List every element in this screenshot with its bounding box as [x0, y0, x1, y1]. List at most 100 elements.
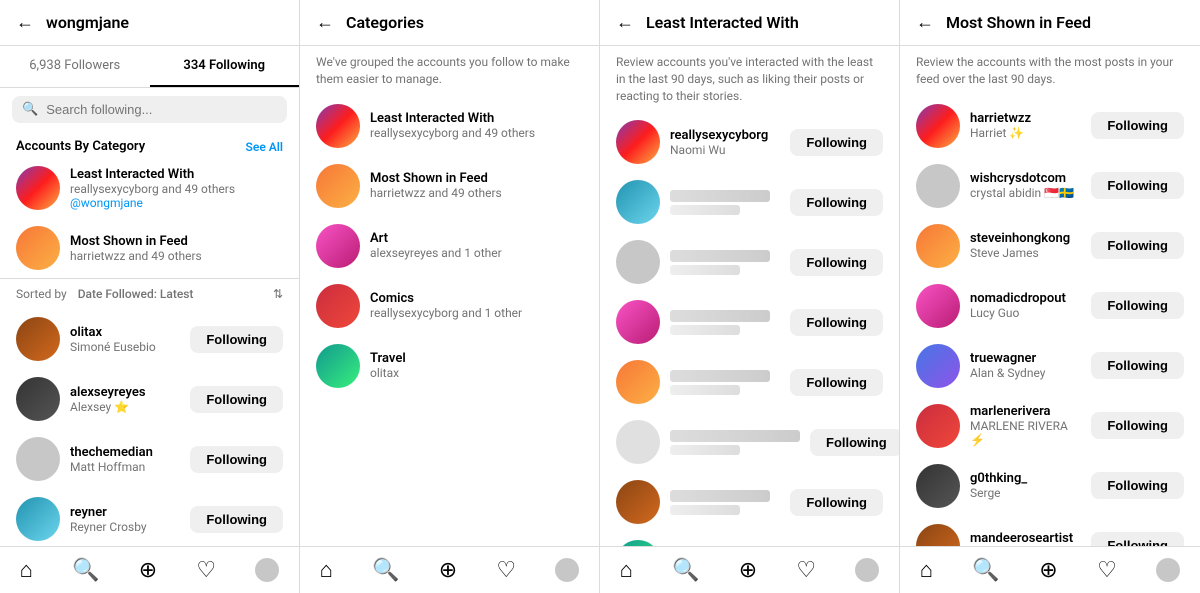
following-btn-p3-7[interactable]: Following: [790, 489, 883, 516]
panel4-title: Most Shown in Feed: [946, 13, 1091, 32]
tab-followers[interactable]: 6,938 Followers: [0, 46, 150, 87]
displayname-harrietwzz: Harriet ✨: [970, 126, 1081, 140]
panel4-header: ← Most Shown in Feed: [900, 0, 1200, 46]
displayname-truewagner: Alan & Sydney: [970, 366, 1081, 380]
avatar-blurred-1: [616, 180, 660, 224]
nav-add-icon-4[interactable]: ⊕: [1039, 558, 1057, 583]
avatar-reallysexycyborg: [616, 120, 660, 164]
following-btn-p3-6[interactable]: Following: [810, 429, 899, 456]
nav-profile-icon-2[interactable]: [555, 558, 579, 582]
following-btn-p3-3[interactable]: Following: [790, 249, 883, 276]
displayname-steveinhongkong: Steve James: [970, 246, 1081, 260]
sort-icon[interactable]: ⇅: [273, 287, 283, 301]
nav-home-icon-3[interactable]: ⌂: [620, 557, 633, 583]
back-icon-3[interactable]: ←: [616, 12, 634, 33]
following-btn-reyner[interactable]: Following: [190, 506, 283, 533]
user-item-wishcrysdotcom: wishcrysdotcom crystal abidin 🇸🇬🇸🇪 Follo…: [900, 156, 1200, 216]
search-input[interactable]: [46, 102, 277, 117]
see-all-button[interactable]: See All: [246, 140, 283, 154]
username-wishcrysdotcom: wishcrysdotcom: [970, 171, 1081, 186]
nav-heart-icon-3[interactable]: ♡: [796, 558, 816, 583]
nav-home-icon-4[interactable]: ⌂: [920, 557, 933, 583]
user-item-g0thking_: g0thking_ Serge Following: [900, 456, 1200, 516]
nav-home-icon[interactable]: ⌂: [20, 557, 33, 583]
category-least-interacted[interactable]: Least Interacted With reallysexycyborg a…: [0, 158, 299, 218]
displayname-thechemedian: Matt Hoffman: [70, 460, 180, 474]
nav-profile-icon-3[interactable]: [855, 558, 879, 582]
cat-name-most: Most Shown in Feed: [370, 171, 502, 186]
following-btn-p3-2[interactable]: Following: [790, 189, 883, 216]
following-btn-mandeeroseartist[interactable]: Following: [1091, 532, 1184, 546]
nav-search-icon-3[interactable]: 🔍: [672, 558, 699, 583]
back-icon[interactable]: ←: [16, 12, 34, 33]
cat-item-travel[interactable]: Travel olitax: [300, 336, 599, 396]
following-btn-nomadicdropout[interactable]: Following: [1091, 292, 1184, 319]
bottom-nav-panel1: ⌂ 🔍 ⊕ ♡: [0, 546, 299, 593]
bottom-nav-panel2: ⌂ 🔍 ⊕ ♡: [300, 546, 599, 593]
back-icon-4[interactable]: ←: [916, 12, 934, 33]
cat-item-art[interactable]: Art alexseyreyes and 1 other: [300, 216, 599, 276]
user-item-truewagner: truewagner Alan & Sydney Following: [900, 336, 1200, 396]
back-icon-2[interactable]: ←: [316, 12, 334, 33]
nav-search-icon-2[interactable]: 🔍: [372, 558, 399, 583]
category-avatar-least: [16, 166, 60, 210]
blurred-name-1: [670, 190, 770, 202]
following-btn-marlenerivera[interactable]: Following: [1091, 412, 1184, 439]
nav-search-icon[interactable]: 🔍: [72, 558, 99, 583]
cat-item-comics[interactable]: Comics reallysexycyborg and 1 other: [300, 276, 599, 336]
tab-following[interactable]: 334 Following: [150, 46, 300, 87]
username-reallysexycyborg: reallysexycyborg: [670, 128, 780, 143]
bottom-nav-panel4: ⌂ 🔍 ⊕ ♡: [900, 546, 1200, 593]
search-bar[interactable]: 🔍: [12, 96, 287, 123]
nav-add-icon-2[interactable]: ⊕: [439, 558, 457, 583]
cat-name-art: Art: [370, 231, 502, 246]
category-most-shown[interactable]: Most Shown in Feed harrietwzz and 49 oth…: [0, 218, 299, 278]
category-name-most: Most Shown in Feed: [70, 234, 202, 249]
following-btn-truewagner[interactable]: Following: [1091, 352, 1184, 379]
username-g0thking_: g0thking_: [970, 471, 1081, 486]
following-btn-steveinhongkong[interactable]: Following: [1091, 232, 1184, 259]
avatar-blurred-6: [616, 480, 660, 524]
cat-sub-art: alexseyreyes and 1 other: [370, 246, 502, 260]
panel-following-list: ← wongmjane 6,938 Followers 334 Followin…: [0, 0, 300, 593]
cat-item-least-interacted[interactable]: Least Interacted With reallysexycyborg a…: [300, 96, 599, 156]
following-btn-p3-4[interactable]: Following: [790, 309, 883, 336]
following-btn-g0thking_[interactable]: Following: [1091, 472, 1184, 499]
user-item-steveinhongkong: steveinhongkong Steve James Following: [900, 216, 1200, 276]
category-sub-most: harrietwzz and 49 others: [70, 249, 202, 263]
nav-profile-icon[interactable]: [255, 558, 279, 582]
nav-heart-icon-4[interactable]: ♡: [1097, 558, 1117, 583]
blurred-name-5: [670, 430, 800, 442]
nav-add-icon-3[interactable]: ⊕: [739, 558, 757, 583]
category-name-least: Least Interacted With: [70, 167, 235, 182]
following-btn-olitax[interactable]: Following: [190, 326, 283, 353]
accounts-by-category-header: Accounts By Category See All: [0, 131, 299, 158]
nav-search-icon-4[interactable]: 🔍: [972, 558, 999, 583]
avatar-g0thking_: [916, 464, 960, 508]
nav-home-icon-2[interactable]: ⌂: [320, 557, 333, 583]
cat-avatar-art: [316, 224, 360, 268]
nav-add-icon[interactable]: ⊕: [139, 558, 157, 583]
avatar-olitax: [16, 317, 60, 361]
avatar-mandeeroseartist: [916, 524, 960, 546]
displayname-nomadicdropout: Lucy Guo: [970, 306, 1081, 320]
displayname-reallysexycyborg: Naomi Wu: [670, 143, 780, 157]
nav-heart-icon[interactable]: ♡: [196, 558, 216, 583]
following-btn-alexseyreyes[interactable]: Following: [190, 386, 283, 413]
following-btn-wishcrysdotcom[interactable]: Following: [1091, 172, 1184, 199]
username-olitax: olitax: [70, 325, 180, 340]
cat-sub-comics: reallysexycyborg and 1 other: [370, 306, 522, 320]
cat-item-most-shown[interactable]: Most Shown in Feed harrietwzz and 49 oth…: [300, 156, 599, 216]
following-btn-thechemedian[interactable]: Following: [190, 446, 283, 473]
following-btn-p3-5[interactable]: Following: [790, 369, 883, 396]
following-btn-harrietwzz[interactable]: Following: [1091, 112, 1184, 139]
displayname-marlenerivera: MARLENE RIVERA ⚡: [970, 419, 1081, 447]
panel3-header: ← Least Interacted With: [600, 0, 899, 46]
search-icon: 🔍: [22, 102, 38, 117]
nav-heart-icon-2[interactable]: ♡: [496, 558, 516, 583]
user-item-reallysexycyborg: reallysexycyborg Naomi Wu Following: [600, 112, 899, 172]
avatar-blurred-5: [616, 420, 660, 464]
nav-profile-icon-4[interactable]: [1156, 558, 1180, 582]
following-btn-p3-1[interactable]: Following: [790, 129, 883, 156]
panel4-subtitle: Review the accounts with the most posts …: [900, 46, 1200, 96]
